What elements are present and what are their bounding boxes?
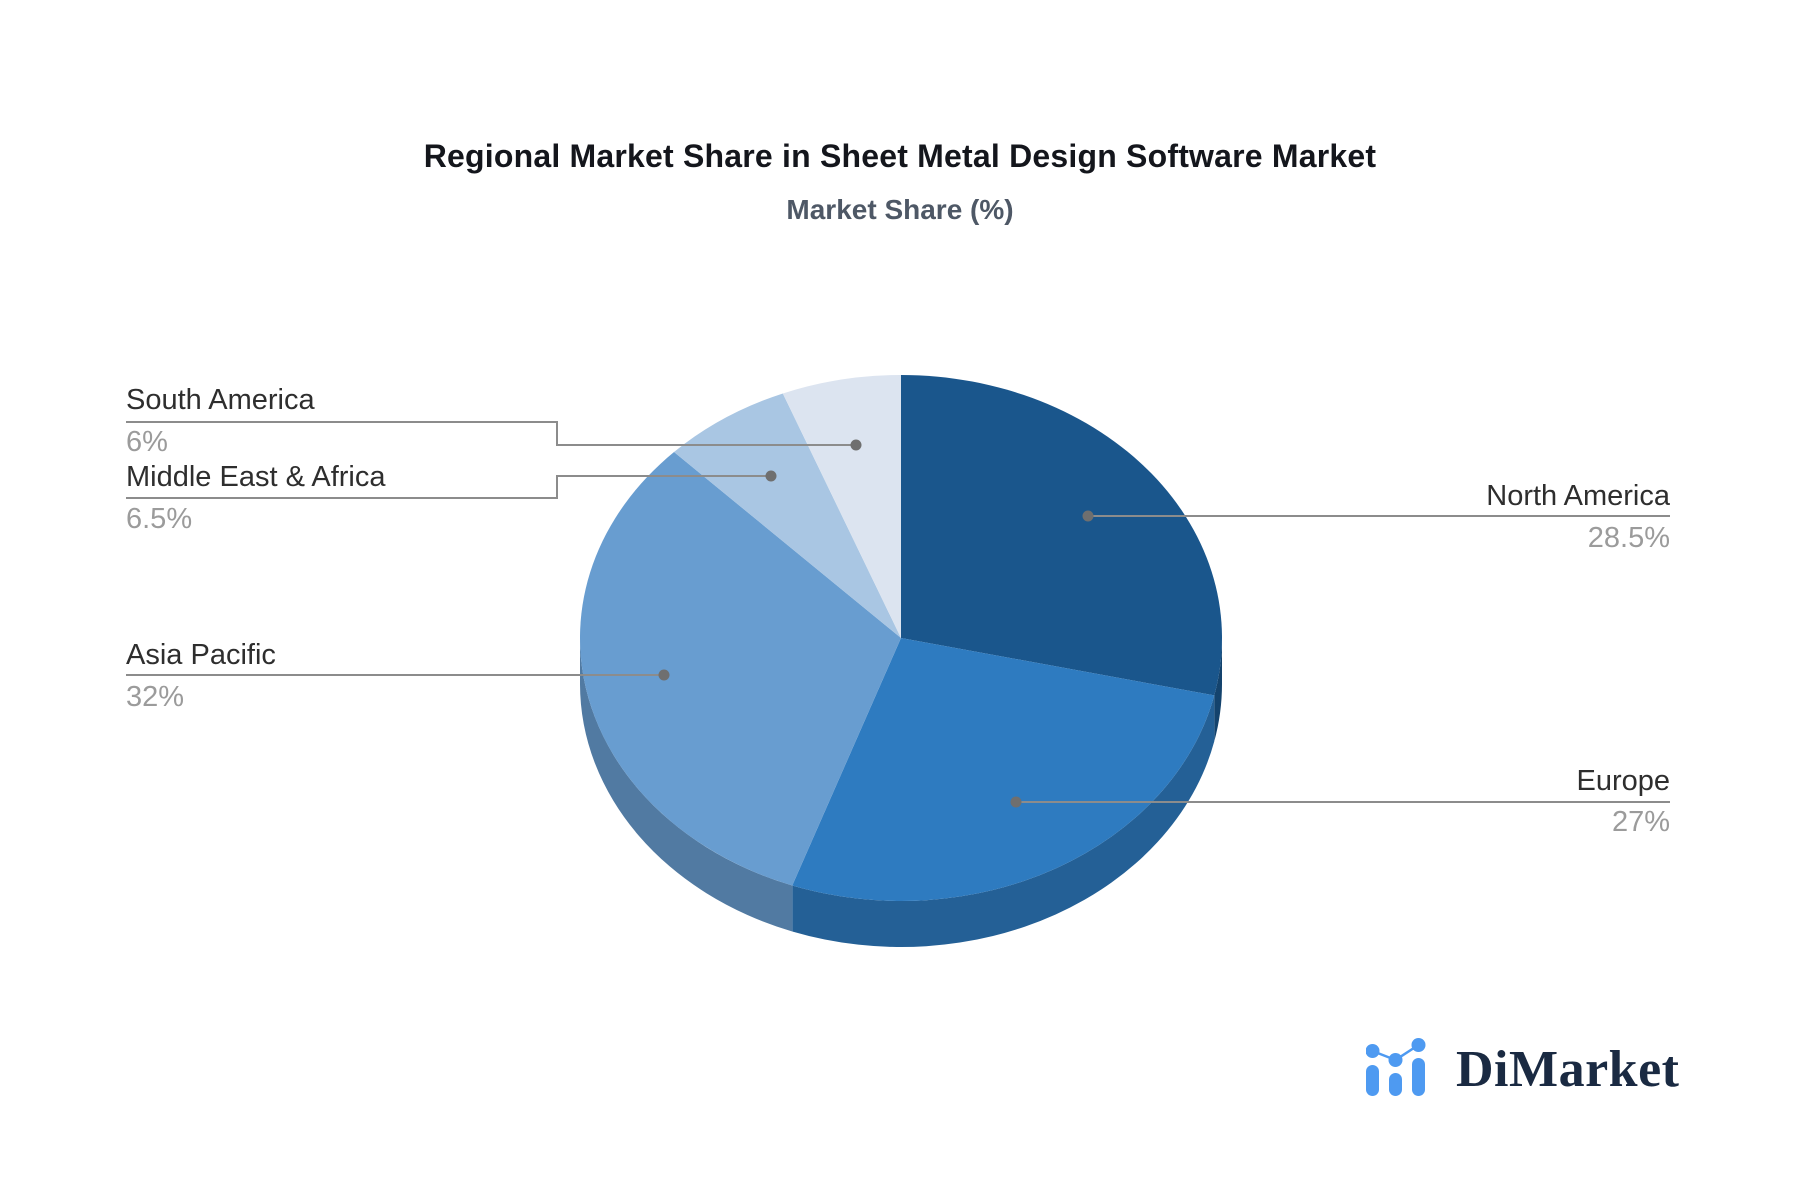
pie-chart xyxy=(126,375,1670,948)
callout-dot-asia-pacific xyxy=(658,669,670,681)
slice-label-asia-pacific: Asia Pacific xyxy=(126,639,276,671)
logo-dot xyxy=(1366,1044,1380,1058)
logo-bar xyxy=(1389,1073,1402,1096)
slice-label-north-america: North America xyxy=(1486,480,1670,512)
logo-dot xyxy=(1388,1053,1403,1067)
slice-value-europe: 27% xyxy=(1611,806,1670,838)
slice-value-south-america: 6% xyxy=(126,426,168,458)
callout-dot-middle-east-africa xyxy=(765,470,777,482)
dimarket-logo: DiMarket xyxy=(1366,1038,1679,1096)
dimarket-logo-icon xyxy=(1366,1038,1426,1096)
callout-dot-south-america xyxy=(850,439,862,451)
slice-label-middle-east-africa: Middle East & Africa xyxy=(126,461,386,493)
slice-label-europe: Europe xyxy=(1576,765,1670,797)
slice-value-north-america: 28.5% xyxy=(1587,522,1670,554)
logo-bar xyxy=(1366,1065,1379,1096)
logo-dot xyxy=(1411,1038,1426,1052)
logo-bar xyxy=(1412,1058,1425,1096)
slice-label-south-america: South America xyxy=(126,384,315,416)
callout-dot-north-america xyxy=(1082,510,1094,522)
dimarket-logo-text: DiMarket xyxy=(1456,1041,1680,1098)
pie-chart-page: Regional Market Share in Sheet Metal Des… xyxy=(0,0,1800,1196)
slice-value-middle-east-africa: 6.5% xyxy=(126,503,193,535)
slice-value-asia-pacific: 32% xyxy=(126,681,185,713)
callout-dot-europe xyxy=(1010,796,1022,808)
